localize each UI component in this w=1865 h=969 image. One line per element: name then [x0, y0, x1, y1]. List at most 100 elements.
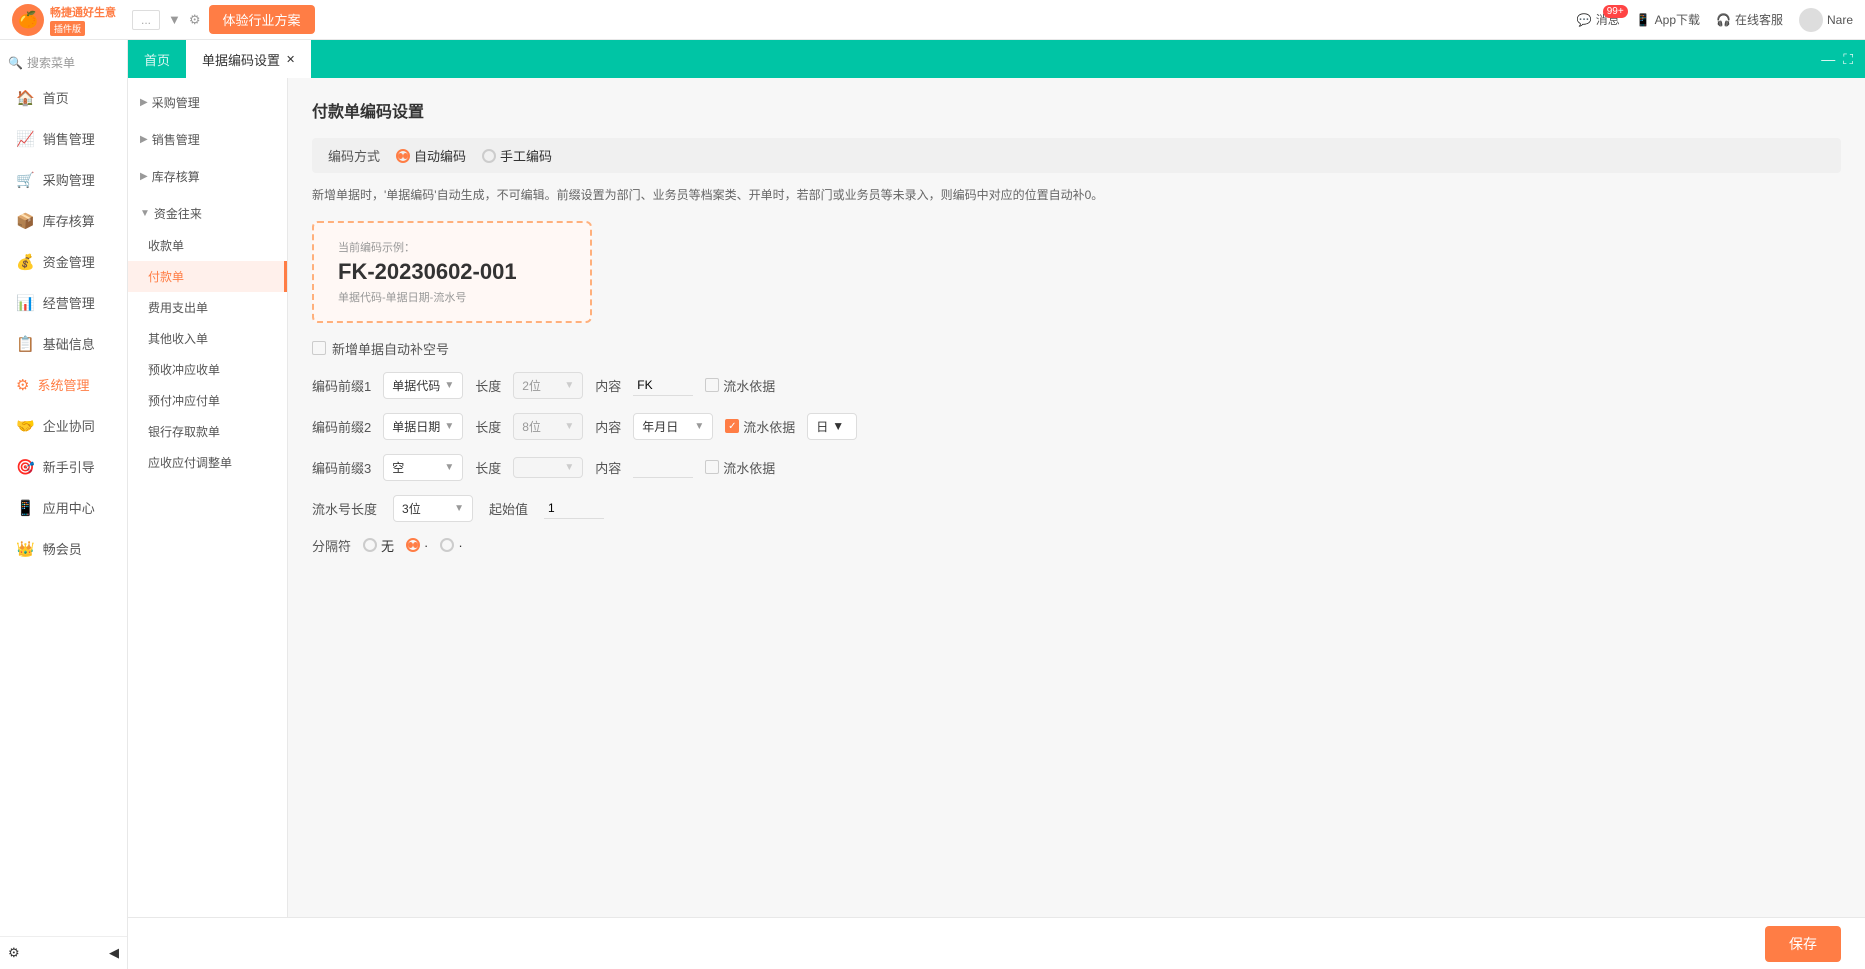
- prefix3-label: 编码前缀3: [312, 458, 371, 477]
- sidebar-item-basic[interactable]: 📋 基础信息: [4, 324, 123, 363]
- sidebar-item-inventory[interactable]: 📦 库存核算: [4, 201, 123, 240]
- sidebar-item-member[interactable]: 👑 畅会员: [4, 529, 123, 568]
- sub-menu-other-income[interactable]: 其他收入单: [128, 323, 287, 354]
- sub-menu-bank[interactable]: 银行存取款单: [128, 416, 287, 447]
- dropdown-arrow-icon[interactable]: ▼: [168, 12, 181, 27]
- info-text: 新增单据时，'单据编码'自动生成，不可编辑。前缀设置为部门、业务员等档案类、开单…: [312, 185, 1841, 207]
- enterprise-icon: 🤝: [16, 417, 35, 435]
- app-download-button[interactable]: 📱 App下载: [1636, 11, 1700, 28]
- message-icon: 💬: [1577, 13, 1592, 27]
- trial-button[interactable]: 体验行业方案: [209, 5, 315, 34]
- prefix2-flow-checkbox[interactable]: ✓: [725, 419, 739, 433]
- sub-menu-capital-title[interactable]: ▼ 资金往来: [128, 197, 287, 230]
- prefix1-flow-checkbox[interactable]: [705, 378, 719, 392]
- sub-menu-payment[interactable]: 付款单: [128, 261, 287, 292]
- serial-start-input[interactable]: [544, 498, 604, 519]
- sidebar-item-system[interactable]: ⚙ 系统管理: [4, 365, 123, 404]
- encode-method-label: 编码方式: [328, 146, 380, 165]
- sidebar-item-sales[interactable]: 📈 销售管理: [4, 119, 123, 158]
- settings-bottom-icon[interactable]: ⚙: [8, 945, 20, 961]
- maximize-icon[interactable]: ⛶: [1843, 51, 1853, 68]
- sidebar-item-finance[interactable]: 💰 资金管理: [4, 242, 123, 281]
- code-preview-label: 当前编码示例：: [338, 239, 566, 255]
- prefix1-label: 编码前缀1: [312, 376, 371, 395]
- sub-sidebar: ▶ 采购管理 ▶ 销售管理 ▶ 库存核算: [128, 78, 288, 917]
- minus-icon[interactable]: —: [1821, 51, 1835, 67]
- sep-dot2-radio[interactable]: ·: [440, 538, 462, 553]
- prefix2-day-select[interactable]: 日 ▼: [807, 413, 857, 440]
- prefix1-content-input[interactable]: [633, 375, 693, 396]
- sidebar-item-guide[interactable]: 🎯 新手引导: [4, 447, 123, 486]
- prefix3-select[interactable]: 空 ▼: [383, 454, 463, 481]
- sub-menu-purchase-title[interactable]: ▶ 采购管理: [128, 86, 287, 119]
- member-icon: 👑: [16, 540, 35, 558]
- sidebar-bottom: ⚙ ◀: [0, 936, 127, 969]
- avatar: [1799, 8, 1823, 32]
- search-icon: 🔍: [8, 56, 23, 70]
- prefix2-content-select[interactable]: 年月日 ▼: [633, 413, 713, 440]
- separator-row: 分隔符 无 · ·: [312, 536, 1841, 555]
- prefix1-arrow-icon: ▼: [444, 380, 454, 391]
- code-preview-desc: 单据代码-单据日期-流水号: [338, 289, 566, 305]
- main-content: 首页 单据编码设置 ✕ — ⛶ ▶ 采购管理: [128, 40, 1865, 969]
- top-bar: 🍊 畅捷通好生意 插件版 ... ▼ ⚙ 体验行业方案 💬 消息 99+ 📱 A…: [0, 0, 1865, 40]
- prefix2-arrow-icon: ▼: [444, 421, 454, 432]
- system-icon: ⚙: [16, 376, 29, 394]
- sidebar-item-operation[interactable]: 📊 经营管理: [4, 283, 123, 322]
- sep-none-radio[interactable]: 无: [363, 536, 394, 555]
- sub-menu-prepaid-payable[interactable]: 预付冲应付单: [128, 385, 287, 416]
- prefix2-row: 编码前缀2 单据日期 ▼ 长度 8位 ▼ 内容 年月日 ▼: [312, 413, 1841, 440]
- prefix2-select[interactable]: 单据日期 ▼: [383, 413, 463, 440]
- sub-menu-expense[interactable]: 费用支出单: [128, 292, 287, 323]
- sidebar-item-home[interactable]: 🏠 首页: [4, 78, 123, 117]
- sub-menu-adjustment[interactable]: 应收应付调整单: [128, 447, 287, 478]
- prefix3-content-input[interactable]: [633, 457, 693, 478]
- auto-encode-circle: [396, 149, 410, 163]
- sidebar-search[interactable]: 🔍 搜索菜单: [0, 48, 127, 77]
- tab-close-icon[interactable]: ✕: [286, 53, 295, 66]
- sub-menu-inventory-title[interactable]: ▶ 库存核算: [128, 160, 287, 193]
- save-button[interactable]: 保存: [1765, 926, 1841, 962]
- company-selector[interactable]: ...: [132, 10, 160, 30]
- sidebar: 🔍 搜索菜单 🏠 首页 📈 销售管理 🛒 采购管理 📦 库存核算 💰 资金管理 …: [0, 40, 128, 969]
- code-preview-value: FK-20230602-001: [338, 259, 566, 285]
- download-icon: 📱: [1636, 13, 1651, 27]
- logo-text: 畅捷通好生意 插件版: [50, 4, 116, 36]
- manual-encode-circle: [482, 149, 496, 163]
- prefix1-content-label: 内容: [595, 376, 621, 395]
- sub-menu-sales-title[interactable]: ▶ 销售管理: [128, 123, 287, 156]
- prefix3-flow-checkbox[interactable]: [705, 460, 719, 474]
- online-service-button[interactable]: 🎧 在线客服: [1716, 11, 1783, 28]
- purchase-icon: 🛒: [16, 171, 35, 189]
- prefix3-length-box: ▼: [513, 457, 583, 478]
- apps-icon: 📱: [16, 499, 35, 517]
- separator-options: 无 · ·: [363, 536, 463, 555]
- service-icon: 🎧: [1716, 13, 1731, 27]
- guide-icon: 🎯: [16, 458, 35, 476]
- tab-encode-settings[interactable]: 单据编码设置 ✕: [186, 40, 311, 78]
- sidebar-item-enterprise[interactable]: 🤝 企业协同: [4, 406, 123, 445]
- auto-encode-radio[interactable]: 自动编码: [396, 146, 466, 165]
- collapse-icon[interactable]: ◀: [109, 945, 119, 961]
- arrow-right-icon2: ▶: [140, 134, 148, 145]
- arrow-down-icon: ▼: [140, 208, 150, 219]
- sidebar-item-apps[interactable]: 📱 应用中心: [4, 488, 123, 527]
- sub-menu-prepaid-receivable[interactable]: 预收冲应收单: [128, 354, 287, 385]
- page-title: 付款单编码设置: [312, 98, 1841, 122]
- code-preview-box: 当前编码示例： FK-20230602-001 单据代码-单据日期-流水号: [312, 221, 592, 323]
- sep-dot-radio[interactable]: ·: [406, 538, 428, 553]
- auto-fill-checkbox[interactable]: [312, 341, 326, 355]
- tab-home[interactable]: 首页: [128, 40, 186, 78]
- layout: 🔍 搜索菜单 🏠 首页 📈 销售管理 🛒 采购管理 📦 库存核算 💰 资金管理 …: [0, 0, 1865, 969]
- message-button[interactable]: 💬 消息 99+: [1577, 11, 1620, 28]
- separator-label: 分隔符: [312, 536, 351, 555]
- prefix1-flow-check: 流水依据: [705, 376, 775, 395]
- user-profile[interactable]: Nare: [1799, 8, 1853, 32]
- sub-menu-receipt[interactable]: 收款单: [128, 230, 287, 261]
- settings-icon[interactable]: ⚙: [189, 12, 201, 28]
- prefix3-row: 编码前缀3 空 ▼ 长度 ▼ 内容 流水依据: [312, 454, 1841, 481]
- sidebar-item-purchase[interactable]: 🛒 采购管理: [4, 160, 123, 199]
- prefix1-select[interactable]: 单据代码 ▼: [383, 372, 463, 399]
- serial-length-select[interactable]: 3位 ▼: [393, 495, 473, 522]
- manual-encode-radio[interactable]: 手工编码: [482, 146, 552, 165]
